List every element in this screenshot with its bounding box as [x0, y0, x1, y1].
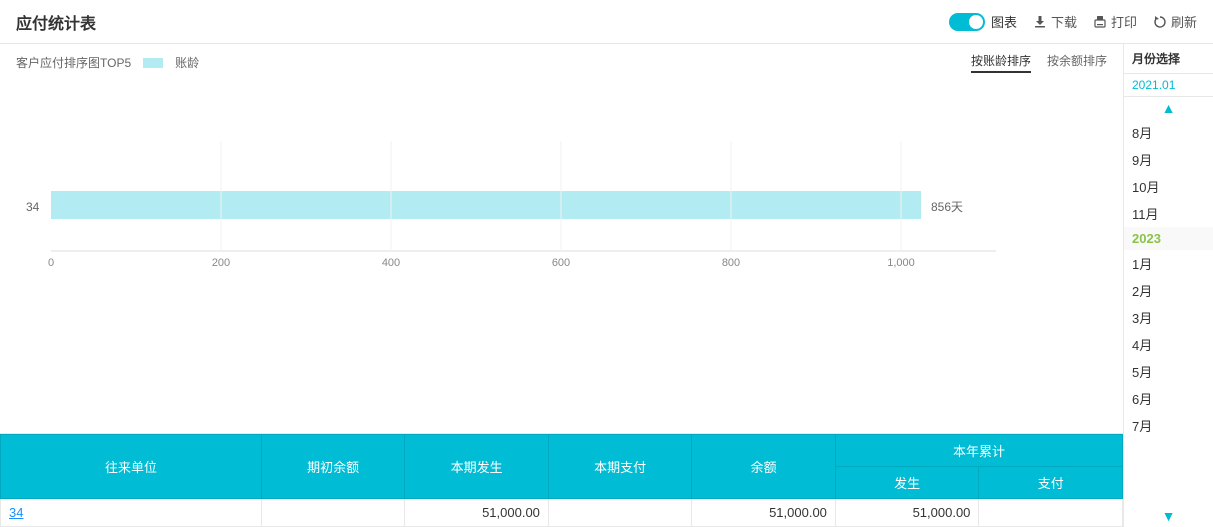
sidebar-month-item[interactable]: 1月 [1124, 250, 1213, 277]
header-actions: 图表 下载 打印 刷新 [949, 12, 1197, 31]
chart-header: 客户应付排序图TOP5 账龄 按账龄排序 按余额排序 [0, 44, 1123, 81]
svg-text:600: 600 [552, 257, 570, 269]
row-id[interactable]: 34 [1, 499, 262, 527]
sidebar-month-item[interactable]: 4月 [1124, 331, 1213, 358]
sort-by-amount-btn[interactable]: 按余额排序 [1047, 52, 1107, 73]
sidebar-month-item[interactable]: 10月 [1124, 173, 1213, 200]
svg-text:0: 0 [48, 257, 54, 269]
download-button[interactable]: 下载 [1033, 12, 1077, 31]
sidebar-down-btn[interactable]: ▼ [1124, 505, 1213, 527]
chart-toggle-wrap[interactable]: 图表 [949, 12, 1017, 31]
svg-text:34: 34 [26, 200, 40, 214]
chart-toggle-label: 图表 [991, 12, 1017, 31]
legend-box-label: 账龄 [175, 54, 199, 71]
svg-text:856天: 856天 [931, 200, 963, 214]
sidebar-month-item[interactable]: 8月 [1124, 119, 1213, 146]
col-ytd: 本年累计 [835, 435, 1122, 467]
sidebar-months: 8月9月10月11月20231月2月3月4月5月6月7月 [1124, 119, 1213, 505]
col-opening: 期初余额 [261, 435, 405, 499]
col-ytd-occur: 发生 [835, 467, 979, 499]
row-ytd-pay [979, 499, 1123, 527]
print-label: 打印 [1111, 12, 1137, 31]
table-row: 34 51,000.00 51,000.00 51,000.00 [1, 499, 1123, 527]
chart-legend: 客户应付排序图TOP5 账龄 [16, 54, 199, 71]
bar-chart: 34 856天 0 200 400 600 800 1,000 [16, 91, 1107, 311]
row-current-pay [548, 499, 692, 527]
chart-toggle[interactable] [949, 13, 985, 31]
sidebar: 月份选择 2021.01 ▲ 8月9月10月11月20231月2月3月4月5月6… [1123, 44, 1213, 527]
refresh-label: 刷新 [1171, 12, 1197, 31]
legend-title: 客户应付排序图TOP5 [16, 54, 131, 71]
sidebar-month-item[interactable]: 11月 [1124, 200, 1213, 227]
refresh-icon [1153, 15, 1167, 29]
sidebar-month-item[interactable]: 6月 [1124, 385, 1213, 412]
row-opening [261, 499, 405, 527]
print-button[interactable]: 打印 [1093, 12, 1137, 31]
download-icon [1033, 15, 1047, 29]
row-current-occur: 51,000.00 [405, 499, 549, 527]
sidebar-header: 月份选择 [1124, 44, 1213, 74]
legend-box [143, 58, 163, 68]
svg-text:200: 200 [212, 257, 230, 269]
col-current-pay: 本期支付 [548, 435, 692, 499]
sidebar-month-item[interactable]: 3月 [1124, 304, 1213, 331]
row-balance: 51,000.00 [692, 499, 836, 527]
col-ytd-pay: 支付 [979, 467, 1123, 499]
page-title: 应付统计表 [16, 10, 96, 34]
sidebar-selected-date[interactable]: 2021.01 [1124, 74, 1213, 97]
table-section: 往来单位 期初余额 本期发生 本期支付 余额 本年累计 发生 支付 [0, 433, 1123, 527]
col-counterpart: 往来单位 [1, 435, 262, 499]
sidebar-month-item[interactable]: 7月 [1124, 412, 1213, 439]
sidebar-month-item[interactable]: 2月 [1124, 277, 1213, 304]
table-wrap: 往来单位 期初余额 本期发生 本期支付 余额 本年累计 发生 支付 [0, 434, 1123, 527]
sidebar-up-btn[interactable]: ▲ [1124, 97, 1213, 119]
svg-text:1,000: 1,000 [887, 257, 915, 269]
sidebar-month-item[interactable]: 9月 [1124, 146, 1213, 173]
col-balance: 余额 [692, 435, 836, 499]
sort-by-balance-btn[interactable]: 按账龄排序 [971, 52, 1031, 73]
sidebar-month-item[interactable]: 2023 [1124, 227, 1213, 250]
chart-sort: 按账龄排序 按余额排序 [971, 52, 1107, 73]
svg-text:800: 800 [722, 257, 740, 269]
refresh-button[interactable]: 刷新 [1153, 12, 1197, 31]
row-ytd-occur: 51,000.00 [835, 499, 979, 527]
data-table: 往来单位 期初余额 本期发生 本期支付 余额 本年累计 发生 支付 [0, 434, 1123, 527]
svg-text:400: 400 [382, 257, 400, 269]
print-icon [1093, 15, 1107, 29]
sidebar-month-item[interactable]: 5月 [1124, 358, 1213, 385]
download-label: 下载 [1051, 12, 1077, 31]
chart-body: 34 856天 0 200 400 600 800 1,000 [0, 81, 1123, 433]
col-current-occur: 本期发生 [405, 435, 549, 499]
